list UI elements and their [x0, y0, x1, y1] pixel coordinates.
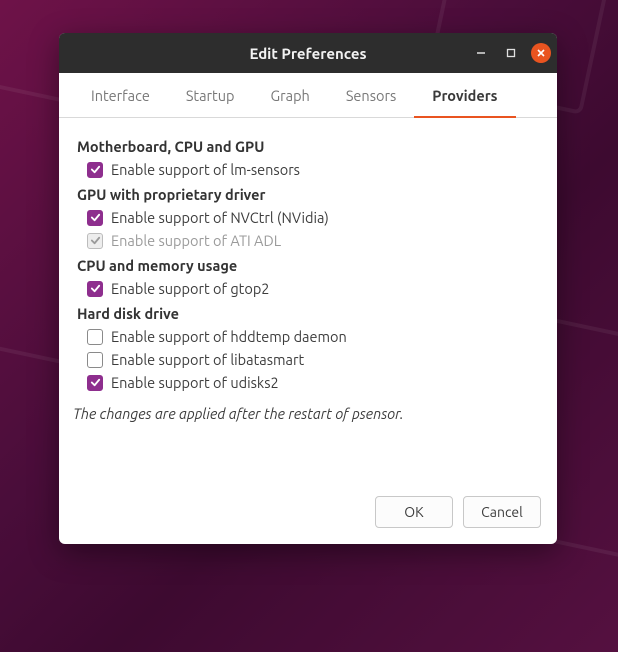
section-heading-gpu: GPU with proprietary driver — [77, 186, 539, 203]
ok-button[interactable]: OK — [375, 496, 453, 528]
checkbox-ati — [87, 233, 103, 249]
cancel-button[interactable]: Cancel — [463, 496, 541, 528]
option-udisks2[interactable]: Enable support of udisks2 — [87, 374, 539, 391]
option-label: Enable support of gtop2 — [111, 280, 269, 297]
option-gtop2[interactable]: Enable support of gtop2 — [87, 280, 539, 297]
checkbox-libatasmart[interactable] — [87, 352, 103, 368]
option-label: Enable support of udisks2 — [111, 374, 279, 391]
option-label: Enable support of libatasmart — [111, 351, 304, 368]
option-libatasmart[interactable]: Enable support of libatasmart — [87, 351, 539, 368]
option-hddtemp[interactable]: Enable support of hddtemp daemon — [87, 328, 539, 345]
option-label: Enable support of hddtemp daemon — [111, 328, 347, 345]
checkbox-udisks2[interactable] — [87, 375, 103, 391]
tab-providers[interactable]: Providers — [414, 73, 515, 118]
tab-sensors[interactable]: Sensors — [328, 73, 414, 118]
checkbox-hddtemp[interactable] — [87, 329, 103, 345]
section-heading-cpu-mem: CPU and memory usage — [77, 257, 539, 274]
section-heading-hdd: Hard disk drive — [77, 305, 539, 322]
tab-graph[interactable]: Graph — [253, 73, 328, 118]
dialog-buttons: OK Cancel — [59, 482, 557, 544]
option-lm-sensors[interactable]: Enable support of lm-sensors — [87, 161, 539, 178]
minimize-button[interactable] — [471, 43, 491, 63]
close-button[interactable] — [531, 43, 551, 63]
tab-content: Motherboard, CPU and GPU Enable support … — [59, 118, 557, 432]
checkbox-lm-sensors[interactable] — [87, 162, 103, 178]
option-label: Enable support of NVCtrl (NVidia) — [111, 209, 329, 226]
tab-bar: Interface Startup Graph Sensors Provider… — [59, 73, 557, 118]
checkbox-nvctrl[interactable] — [87, 210, 103, 226]
maximize-button[interactable] — [501, 43, 521, 63]
option-label: Enable support of ATI ADL — [111, 232, 281, 249]
preferences-window: Edit Preferences Interface Startup Graph… — [59, 33, 557, 544]
section-heading-motherboard: Motherboard, CPU and GPU — [77, 138, 539, 155]
restart-note: The changes are applied after the restar… — [73, 405, 539, 422]
option-nvctrl[interactable]: Enable support of NVCtrl (NVidia) — [87, 209, 539, 226]
window-controls — [471, 33, 551, 73]
tab-interface[interactable]: Interface — [73, 73, 168, 118]
tab-startup[interactable]: Startup — [168, 73, 253, 118]
window-title: Edit Preferences — [249, 45, 366, 62]
titlebar: Edit Preferences — [59, 33, 557, 73]
checkbox-gtop2[interactable] — [87, 281, 103, 297]
option-ati: Enable support of ATI ADL — [87, 232, 539, 249]
option-label: Enable support of lm-sensors — [111, 161, 300, 178]
